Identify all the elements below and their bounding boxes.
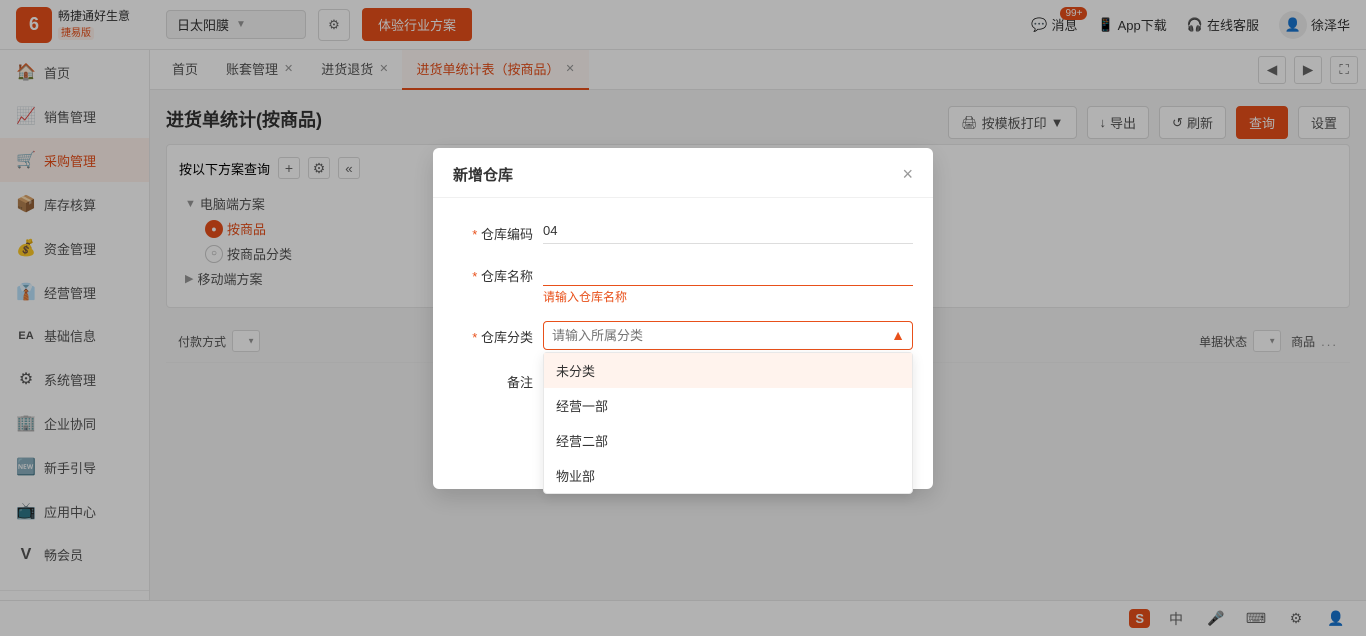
category-select-wrap: ▲ 未分类 经营一部 经营二部 物业部: [543, 321, 913, 350]
dropdown-item-dept1[interactable]: 经营一部: [544, 388, 912, 423]
category-label: * 仓库分类: [453, 321, 533, 346]
code-input[interactable]: [543, 218, 913, 244]
code-label: * 仓库编码: [453, 218, 533, 243]
dialog-body: * 仓库编码 * 仓库名称 请输入仓库名称: [433, 198, 933, 428]
note-label: 备注: [453, 366, 533, 391]
dropdown-item-dept3[interactable]: 物业部: [544, 458, 912, 493]
name-label: * 仓库名称: [453, 260, 533, 285]
category-field: ▲ 未分类 经营一部 经营二部 物业部: [543, 321, 913, 350]
category-input[interactable]: [543, 321, 913, 350]
name-error-message: 请输入仓库名称: [543, 288, 913, 305]
category-arrow-icon[interactable]: ▲: [891, 327, 905, 343]
dropdown-item-dept2[interactable]: 经营二部: [544, 423, 912, 458]
dialog-title: 新增仓库: [453, 164, 513, 185]
dropdown-item-unclassified[interactable]: 未分类: [544, 353, 912, 388]
name-row: * 仓库名称 请输入仓库名称: [453, 260, 913, 305]
dialog-header: 新增仓库 ×: [433, 148, 933, 198]
code-row: * 仓库编码: [453, 218, 913, 244]
name-field: 请输入仓库名称: [543, 260, 913, 305]
dialog-close-button[interactable]: ×: [902, 164, 913, 185]
category-dropdown: 未分类 经营一部 经营二部 物业部: [543, 352, 913, 494]
category-row: * 仓库分类 ▲ 未分类 经营一部 经营二部 物业部: [453, 321, 913, 350]
modal-overlay: 新增仓库 × * 仓库编码 * 仓库名称: [0, 0, 1366, 636]
name-input[interactable]: [543, 260, 913, 286]
new-warehouse-dialog: 新增仓库 × * 仓库编码 * 仓库名称: [433, 148, 933, 489]
code-field: [543, 218, 913, 244]
